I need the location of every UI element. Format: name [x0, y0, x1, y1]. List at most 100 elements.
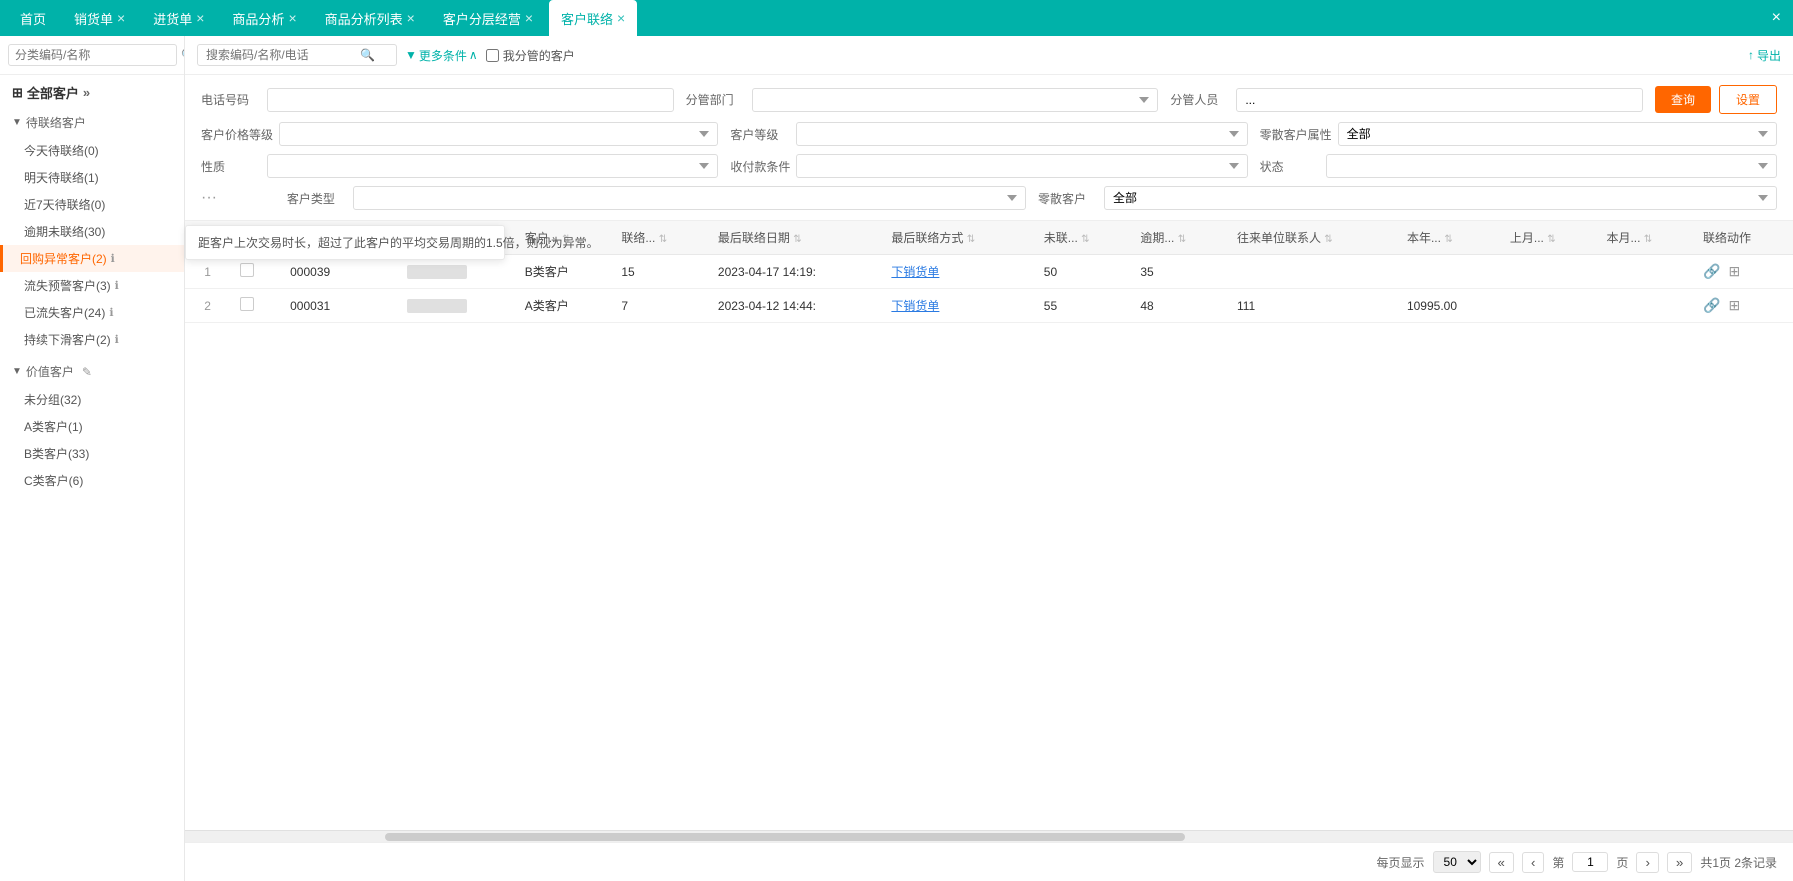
- sidebar-item-class-c[interactable]: C类客户(6): [0, 467, 184, 494]
- sort-this-month-icon[interactable]: ⇅: [1644, 234, 1652, 245]
- chevron-icon: ∧: [469, 48, 478, 62]
- sidebar-item-ungroup[interactable]: 未分组(32): [0, 386, 184, 413]
- row2-this-year: 10995.00: [1397, 289, 1500, 323]
- sidebar-item-7days[interactable]: 近7天待联络(0): [0, 191, 184, 218]
- sidebar-item-lost[interactable]: 已流失客户(24) ℹ: [0, 299, 184, 326]
- advanced-filter-panel: 电话号码 分管部门 分管人员 查询 设置 客户价: [185, 75, 1793, 221]
- more-filters-dots[interactable]: ···: [201, 189, 217, 207]
- sidebar-item-declining[interactable]: 持续下滑客户(2) ℹ: [0, 326, 184, 353]
- row2-qr-icon[interactable]: ⊞: [1728, 297, 1740, 314]
- collapse-sidebar-btn[interactable]: »: [83, 85, 90, 100]
- close-product-analysis-tab[interactable]: ×: [288, 10, 296, 26]
- status-select[interactable]: [1326, 154, 1777, 178]
- sidebar-item-class-b[interactable]: B类客户(33): [0, 440, 184, 467]
- phone-input[interactable]: [267, 88, 674, 112]
- row2-link-icon[interactable]: 🔗: [1703, 297, 1720, 314]
- sort-last-month-icon[interactable]: ⇅: [1547, 234, 1555, 245]
- filter-payment: 收付款条件: [730, 154, 1247, 178]
- row2-method-link[interactable]: 下销货单: [891, 299, 939, 313]
- pending-contact-group[interactable]: ▼ 待联络客户: [0, 108, 184, 137]
- export-btn[interactable]: ↑ 导出: [1748, 47, 1781, 64]
- col-last-date: 最后联络日期 ⇅: [708, 221, 881, 255]
- search-input[interactable]: [206, 48, 356, 62]
- content-area: 🔍 ▼ 更多条件 ∧ 我分管的客户 ↑ 导出 电话号码: [185, 36, 1793, 881]
- nav-home[interactable]: 首页: [8, 0, 58, 36]
- customer-grade-select[interactable]: [796, 122, 1247, 146]
- sidebar-item-class-a[interactable]: A类客户(1): [0, 413, 184, 440]
- row1-select-checkbox[interactable]: [240, 263, 254, 277]
- close-sales-tab[interactable]: ×: [117, 10, 125, 26]
- nav-sales[interactable]: 销货单 ×: [62, 0, 137, 36]
- value-customer-group[interactable]: ▼ 价值客户 ✎: [0, 357, 184, 386]
- nav-product-analysis[interactable]: 商品分析 ×: [220, 0, 308, 36]
- page-label2: 页: [1616, 854, 1628, 871]
- payment-select[interactable]: [796, 154, 1247, 178]
- price-grade-select[interactable]: [279, 122, 718, 146]
- filter-buttons: 查询 设置: [1655, 85, 1777, 114]
- row1-method-link[interactable]: 下销货单: [891, 265, 939, 279]
- retail-attr-select[interactable]: 全部: [1338, 122, 1777, 146]
- sidebar-item-overdue[interactable]: 逾期未联络(30): [0, 218, 184, 245]
- horizontal-scrollbar[interactable]: [185, 830, 1793, 842]
- current-page-input[interactable]: [1572, 852, 1608, 872]
- more-conditions-btn[interactable]: ▼ 更多条件 ∧: [405, 47, 478, 64]
- row2-checkbox: [230, 289, 280, 323]
- edit-icon[interactable]: ✎: [82, 365, 92, 379]
- close-product-analysis-list-tab[interactable]: ×: [407, 10, 415, 26]
- status-label: 状态: [1260, 158, 1320, 175]
- nav-product-analysis-list[interactable]: 商品分析列表 ×: [313, 0, 427, 36]
- retail-label: 零散客户: [1038, 190, 1098, 207]
- sort-uncontacted-icon[interactable]: ⇅: [1081, 234, 1089, 245]
- settings-button[interactable]: 设置: [1719, 85, 1777, 114]
- query-button[interactable]: 查询: [1655, 86, 1711, 113]
- col-uncontacted: 未联... ⇅: [1034, 221, 1131, 255]
- row2-actions: 🔗 ⊞: [1693, 289, 1793, 323]
- sidebar-item-today[interactable]: 今天待联络(0): [0, 137, 184, 164]
- sort-this-year-icon[interactable]: ⇅: [1444, 234, 1452, 245]
- close-customer-contact-tab[interactable]: ×: [617, 10, 625, 26]
- row1-contact-count: 15: [611, 255, 708, 289]
- sort-last-method-icon[interactable]: ⇅: [967, 234, 975, 245]
- col-contact-person: 往来单位联系人 ⇅: [1227, 221, 1397, 255]
- sidebar-item-tomorrow[interactable]: 明天待联络(1): [0, 164, 184, 191]
- nav-purchase[interactable]: 进货单 ×: [141, 0, 216, 36]
- row1-qr-icon[interactable]: ⊞: [1728, 263, 1740, 280]
- close-all-icon[interactable]: ×: [1772, 9, 1781, 27]
- row1-contact-person: [1227, 255, 1397, 289]
- phone-label: 电话号码: [201, 91, 261, 108]
- retail-select[interactable]: 全部: [1104, 186, 1777, 210]
- nav-customer-contact[interactable]: 客户联络 ×: [549, 0, 637, 36]
- row2-select-checkbox[interactable]: [240, 297, 254, 311]
- nav-customer-layered[interactable]: 客户分层经营 ×: [431, 0, 545, 36]
- sort-last-date-icon[interactable]: ⇅: [793, 234, 801, 245]
- filter-price-grade: 客户价格等级: [201, 122, 718, 146]
- sort-contact-person-icon[interactable]: ⇅: [1324, 234, 1332, 245]
- nature-select[interactable]: [267, 154, 718, 178]
- repurchase-abnormal-item[interactable]: 回购异常客户(2) ℹ: [0, 245, 184, 272]
- last-page-btn[interactable]: »: [1667, 852, 1692, 873]
- next-page-btn[interactable]: ›: [1636, 852, 1658, 873]
- sidebar-item-lost-warning[interactable]: 流失预警客户(3) ℹ: [0, 272, 184, 299]
- manager-input[interactable]: [1236, 88, 1643, 112]
- close-customer-layered-tab[interactable]: ×: [525, 10, 533, 26]
- retail-attr-label: 零散客户属性: [1260, 126, 1332, 143]
- row1-link-icon[interactable]: 🔗: [1703, 263, 1720, 280]
- sort-contact-count-icon[interactable]: ⇅: [659, 234, 667, 245]
- my-customers-checkbox[interactable]: [486, 49, 499, 62]
- row1-last-month: [1500, 255, 1597, 289]
- sidebar-search-input[interactable]: [8, 44, 177, 66]
- filter-customer-grade: 客户等级: [730, 122, 1247, 146]
- customer-type-select[interactable]: [353, 186, 1026, 210]
- first-page-btn[interactable]: «: [1489, 852, 1514, 873]
- row2-overdue: 48: [1130, 289, 1227, 323]
- sort-overdue-icon[interactable]: ⇅: [1178, 234, 1186, 245]
- row2-last-method: 下销货单: [881, 289, 1033, 323]
- close-purchase-tab[interactable]: ×: [196, 10, 204, 26]
- dept-select[interactable]: [752, 88, 1159, 112]
- per-page-select[interactable]: 50: [1433, 851, 1481, 873]
- prev-page-btn[interactable]: ‹: [1522, 852, 1544, 873]
- row2-name-blurred: [407, 299, 467, 313]
- customer-grade-label: 客户等级: [730, 126, 790, 143]
- search-submit-icon[interactable]: 🔍: [360, 48, 375, 62]
- col-action: 联络动作: [1693, 221, 1793, 255]
